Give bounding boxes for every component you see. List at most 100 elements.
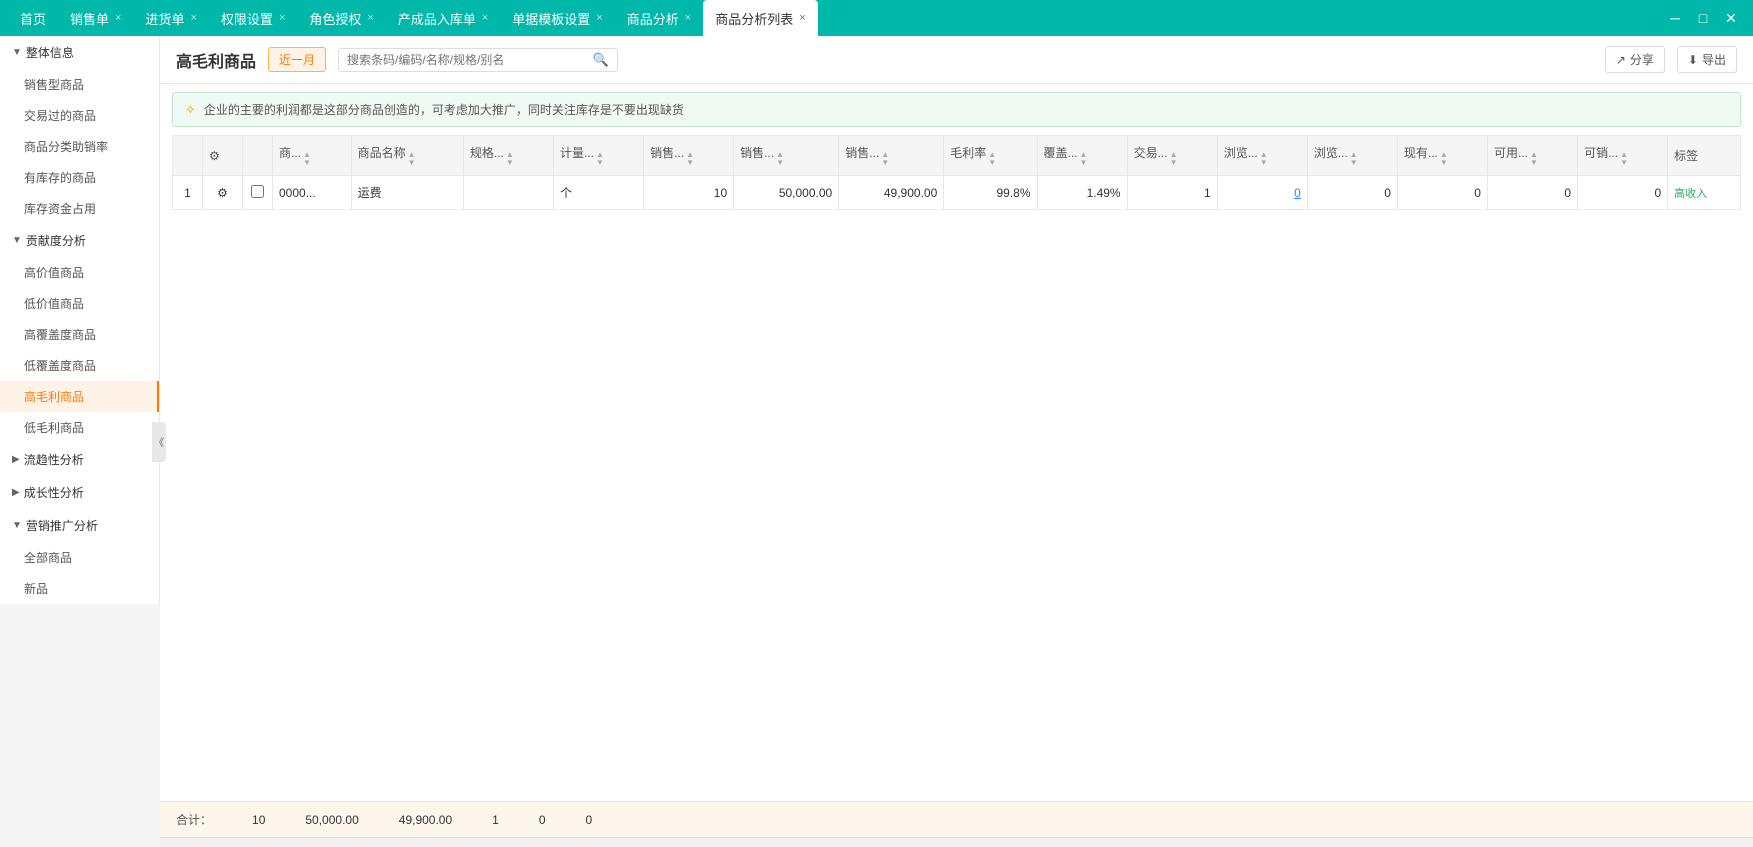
col-gross_margin[interactable]: 毛利率▲▼ xyxy=(944,136,1037,176)
cell-spec-0 xyxy=(463,176,553,210)
sidebar-group-4[interactable]: ▼营销推广分析 xyxy=(0,509,159,542)
search-icon[interactable]: 🔍 xyxy=(593,52,609,68)
nav-close-7[interactable]: × xyxy=(685,12,691,24)
cell-no-0: 1 xyxy=(173,176,203,210)
nav-close-1[interactable]: × xyxy=(115,12,121,24)
footer-trade-count: 1 xyxy=(492,813,499,827)
nav-close-3[interactable]: × xyxy=(279,12,285,24)
sidebar-item-0-2[interactable]: 商品分类助销率 xyxy=(0,131,159,162)
cell-name-0: 运费 xyxy=(351,176,463,210)
sidebar-group-0[interactable]: ▼整体信息 xyxy=(0,36,159,69)
col-stock_avail[interactable]: 可用...▲▼ xyxy=(1487,136,1577,176)
arrow-icon: ▶ xyxy=(12,454,20,465)
nav-close-4[interactable]: × xyxy=(367,12,373,24)
cell-tag-0: 高收入 xyxy=(1668,176,1741,210)
export-btn[interactable]: ⬇ 导出 xyxy=(1677,46,1737,73)
sidebar-item-0-1[interactable]: 交易过的商品 xyxy=(0,100,159,131)
nav-item-1[interactable]: 销售单× xyxy=(58,0,133,36)
col-spec[interactable]: 规格...▲▼ xyxy=(463,136,553,176)
cell-sales_qty-0: 10 xyxy=(644,176,734,210)
nav-item-3[interactable]: 权限设置× xyxy=(209,0,297,36)
sidebar-item-1-0[interactable]: 高价值商品 xyxy=(0,257,159,288)
info-icon: ✧ xyxy=(185,102,196,118)
col-browse1[interactable]: 浏览...▲▼ xyxy=(1217,136,1307,176)
col-stock_sale[interactable]: 可销...▲▼ xyxy=(1578,136,1668,176)
top-nav: 首页销售单×进货单×权限设置×角色授权×产成品入库单×单据模板设置×商品分析×商… xyxy=(0,0,1753,36)
col-checkbox xyxy=(243,136,273,176)
sidebar-group-1[interactable]: ▼贡献度分析 xyxy=(0,224,159,257)
search-input[interactable] xyxy=(347,53,587,67)
maximize-btn[interactable]: □ xyxy=(1689,4,1717,32)
search-box: 🔍 xyxy=(338,48,618,72)
bottom-scrollbar[interactable] xyxy=(160,837,1753,847)
cell-checkbox-0[interactable] xyxy=(243,176,273,210)
col-tag: 标签 xyxy=(1668,136,1741,176)
arrow-icon: ▶ xyxy=(12,487,20,498)
nav-item-0[interactable]: 首页 xyxy=(8,0,58,36)
sidebar-item-1-5[interactable]: 低毛利商品 xyxy=(0,412,159,443)
collapse-sidebar-btn[interactable]: 《 xyxy=(152,422,166,462)
content-area: 高毛利商品 近一月 🔍 ↗ 分享 ⬇ 导出 ✧ 企业的主要的利润都是这部分商品创… xyxy=(160,36,1753,847)
col-code[interactable]: 商...▲▼ xyxy=(273,136,352,176)
cell-gross_margin-0: 99.8% xyxy=(944,176,1037,210)
cell-settings-0[interactable]: ⚙ xyxy=(203,176,243,210)
nav-item-4[interactable]: 角色授权× xyxy=(297,0,385,36)
nav-item-6[interactable]: 单据模板设置× xyxy=(500,0,614,36)
col-sales_amt[interactable]: 销售...▲▼ xyxy=(734,136,839,176)
col-coverage[interactable]: 覆盖...▲▼ xyxy=(1037,136,1127,176)
cell-sales_amt-0: 50,000.00 xyxy=(734,176,839,210)
col-trade_count[interactable]: 交易...▲▼ xyxy=(1127,136,1217,176)
sidebar-group-2[interactable]: ▶流趋性分析 xyxy=(0,443,159,476)
sidebar: ▼整体信息销售型商品交易过的商品商品分类助销率有库存的商品库存资金占用▼贡献度分… xyxy=(0,36,160,604)
sidebar-item-0-3[interactable]: 有库存的商品 xyxy=(0,162,159,193)
col-unit[interactable]: 计量...▲▼ xyxy=(553,136,643,176)
col-browse2[interactable]: 浏览...▲▼ xyxy=(1307,136,1397,176)
footer-label: 合计： xyxy=(176,811,212,828)
cell-browse1-0[interactable]: 0 xyxy=(1217,176,1307,210)
arrow-icon: ▼ xyxy=(12,235,22,246)
cell-coverage-0: 1.49% xyxy=(1037,176,1127,210)
footer-stock-now: 0 xyxy=(539,813,546,827)
share-btn[interactable]: ↗ 分享 xyxy=(1605,46,1665,73)
sidebar-item-1-4[interactable]: 高毛利商品 xyxy=(0,381,159,412)
table-container: ⚙商...▲▼商品名称▲▼规格...▲▼计量...▲▼销售...▲▼销售...▲… xyxy=(160,135,1753,801)
sidebar-item-1-2[interactable]: 高覆盖度商品 xyxy=(0,319,159,350)
sidebar-item-4-1[interactable]: 新品 xyxy=(0,573,159,604)
table-row: 1⚙0000...运费个1050,000.0049,900.0099.8%1.4… xyxy=(173,176,1741,210)
minimize-btn[interactable]: ─ xyxy=(1661,4,1689,32)
footer-sales-cost: 49,900.00 xyxy=(399,813,452,827)
nav-close-6[interactable]: × xyxy=(596,12,602,24)
col-settings: ⚙ xyxy=(203,136,243,176)
share-icon: ↗ xyxy=(1616,53,1626,67)
nav-item-8[interactable]: 商品分析列表× xyxy=(703,0,817,36)
export-icon: ⬇ xyxy=(1688,53,1698,67)
nav-close-2[interactable]: × xyxy=(190,12,196,24)
col-sales_cost[interactable]: 销售...▲▼ xyxy=(839,136,944,176)
sidebar-group-3[interactable]: ▶成长性分析 xyxy=(0,476,159,509)
filter-month-btn[interactable]: 近一月 xyxy=(268,47,326,72)
col-sales_qty[interactable]: 销售...▲▼ xyxy=(644,136,734,176)
sidebar-item-4-0[interactable]: 全部商品 xyxy=(0,542,159,573)
nav-close-8[interactable]: × xyxy=(799,12,805,24)
sidebar-item-0-4[interactable]: 库存资金占用 xyxy=(0,193,159,224)
nav-close-5[interactable]: × xyxy=(482,12,488,24)
col-no xyxy=(173,136,203,176)
cell-stock_now-0: 0 xyxy=(1397,176,1487,210)
info-text: 企业的主要的利润都是这部分商品创造的，可考虑加大推广，同时关注库存是不要出现缺货 xyxy=(204,101,684,118)
nav-item-5[interactable]: 产成品入库单× xyxy=(386,0,500,36)
col-name[interactable]: 商品名称▲▼ xyxy=(351,136,463,176)
close-btn[interactable]: ✕ xyxy=(1717,4,1745,32)
nav-item-2[interactable]: 进货单× xyxy=(133,0,208,36)
footer-bar: 合计： 1050,000.0049,900.00100 xyxy=(160,801,1753,837)
sidebar-item-1-1[interactable]: 低价值商品 xyxy=(0,288,159,319)
nav-item-7[interactable]: 商品分析× xyxy=(615,0,703,36)
col-stock_now[interactable]: 现有...▲▼ xyxy=(1397,136,1487,176)
sidebar-item-1-3[interactable]: 低覆盖度商品 xyxy=(0,350,159,381)
content-header: 高毛利商品 近一月 🔍 ↗ 分享 ⬇ 导出 xyxy=(160,36,1753,84)
cell-code-0: 0000... xyxy=(273,176,352,210)
footer-sales-amt: 50,000.00 xyxy=(305,813,358,827)
cell-browse2-0: 0 xyxy=(1307,176,1397,210)
sidebar-item-0-0[interactable]: 销售型商品 xyxy=(0,69,159,100)
footer-stock-avail: 0 xyxy=(586,813,593,827)
cell-stock_avail-0: 0 xyxy=(1487,176,1577,210)
